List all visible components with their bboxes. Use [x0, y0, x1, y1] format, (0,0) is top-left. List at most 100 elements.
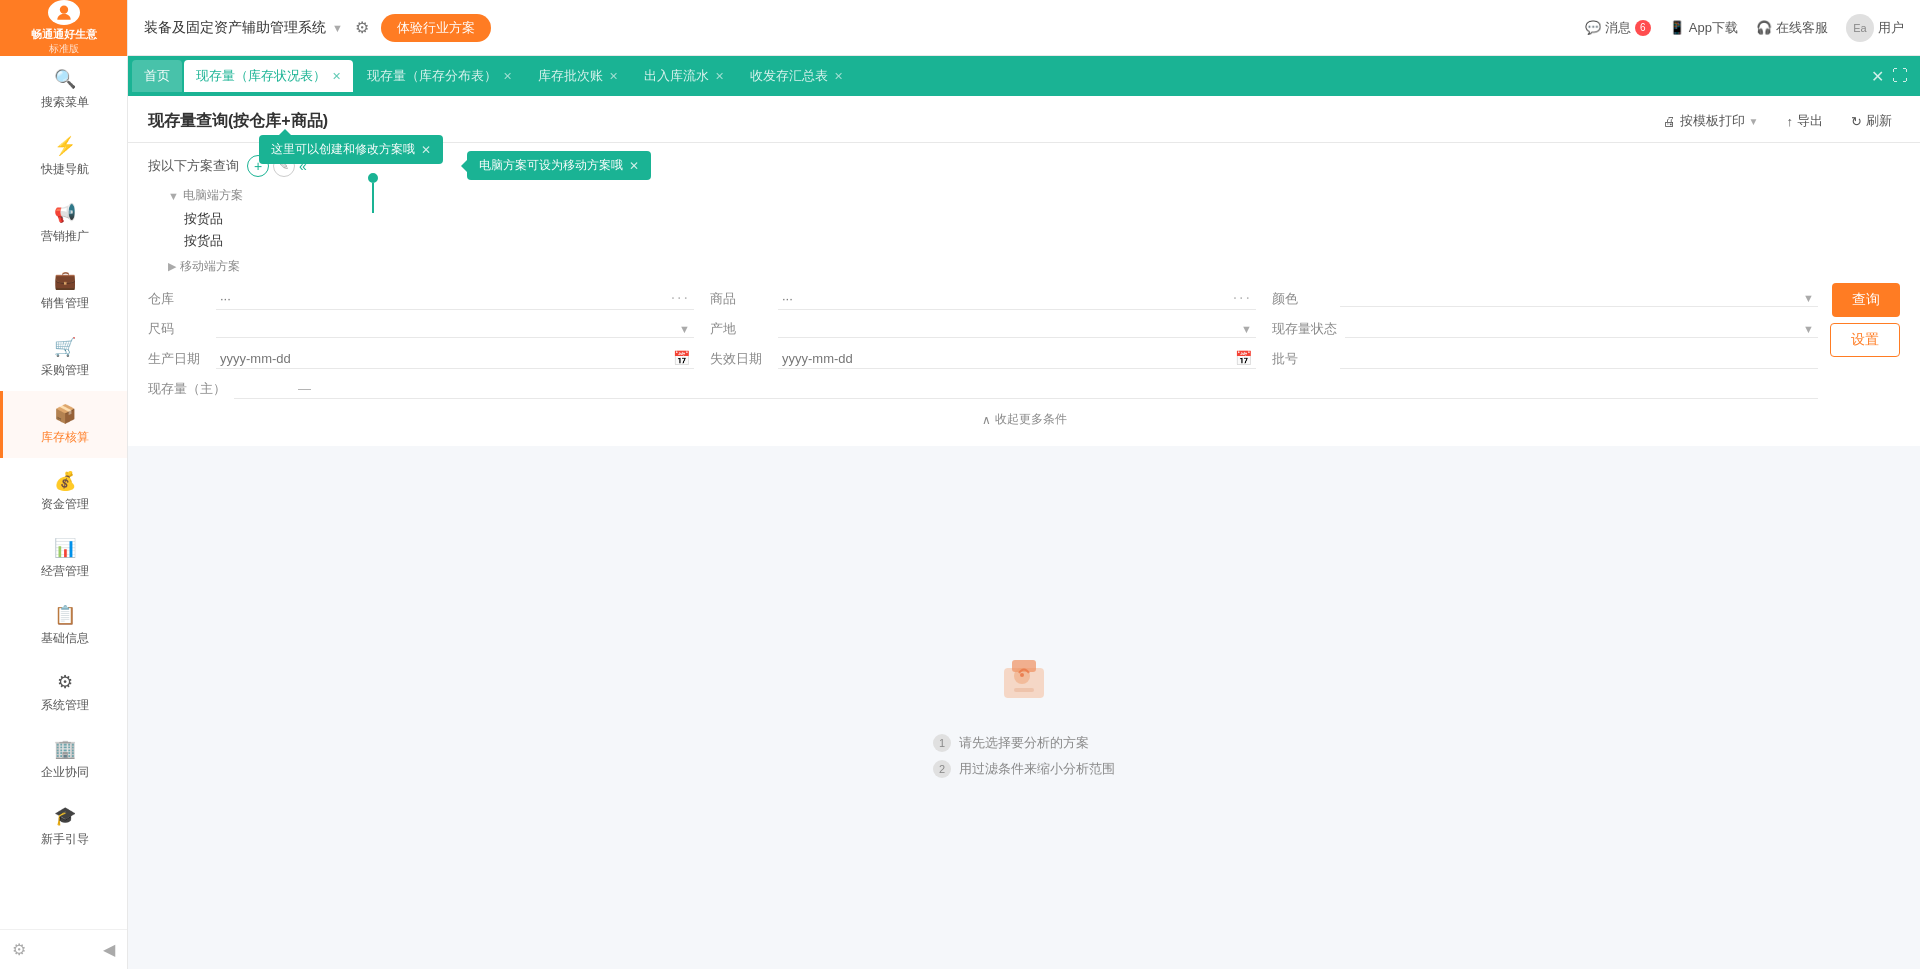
- warehouse-dots[interactable]: ···: [671, 289, 690, 307]
- size-label: 尺码: [148, 320, 208, 338]
- filter-label: 按以下方案查询: [148, 157, 239, 175]
- sidebar-item-system[interactable]: ⚙ 系统管理: [0, 659, 127, 726]
- topbar: 装备及固定资产辅助管理系统 ▼ ⚙ 体验行业方案 💬 消息 6 📱 App下载 …: [128, 0, 1920, 56]
- stock-status-select-wrap[interactable]: ▼: [1345, 321, 1818, 338]
- refresh-icon: ↻: [1851, 114, 1862, 129]
- sidebar-item-sales[interactable]: 💼 销售管理: [0, 257, 127, 324]
- expiry-date-calendar-icon[interactable]: 📅: [1235, 350, 1252, 366]
- origin-label: 产地: [710, 320, 770, 338]
- export-button[interactable]: ↑ 导出: [1779, 108, 1832, 134]
- scheme-item-1[interactable]: 按货品: [184, 208, 243, 230]
- filter-grid-row1: 仓库 ··· 商品 ···: [148, 287, 1818, 310]
- collapse-label: 收起更多条件: [995, 411, 1067, 428]
- sidebar-logo: 畅通通好生意 标准版: [0, 0, 127, 56]
- sidebar-item-quick[interactable]: ⚡ 快捷导航: [0, 123, 127, 190]
- filter-grid-row3: 生产日期 📅 失效日期 📅: [148, 348, 1818, 369]
- scheme-item-2[interactable]: 按货品: [184, 230, 243, 252]
- sidebar-item-enterprise[interactable]: 🏢 企业协同: [0, 726, 127, 793]
- expiry-date-input[interactable]: [782, 351, 1231, 366]
- sidebar-item-marketing[interactable]: 📢 营销推广: [0, 190, 127, 257]
- collapse-sidebar-icon[interactable]: ◀: [103, 940, 115, 959]
- tooltip1-close[interactable]: ✕: [629, 159, 639, 173]
- page-actions: 🖨 按模板打印 ▼ ↑ 导出 ↻ 刷新: [1655, 108, 1900, 134]
- guide-icon: 🎓: [54, 805, 76, 827]
- goods-input-wrap[interactable]: ···: [778, 287, 1256, 310]
- sidebar-item-purchase[interactable]: 🛒 采购管理: [0, 324, 127, 391]
- system-name: 装备及固定资产辅助管理系统 ▼: [144, 19, 343, 37]
- color-select-wrap[interactable]: ▼: [1340, 290, 1818, 307]
- origin-select-wrap[interactable]: ▼: [778, 321, 1256, 338]
- app-download-item[interactable]: 📱 App下载: [1669, 19, 1738, 37]
- tab-recv-send[interactable]: 收发存汇总表 ✕: [738, 60, 855, 92]
- support-item[interactable]: 🎧 在线客服: [1756, 19, 1828, 37]
- scheme-pc-items: 按货品 按货品: [168, 208, 243, 252]
- logo-icon: [48, 0, 80, 25]
- dot-line-v: [372, 183, 374, 213]
- production-date-wrap[interactable]: 📅: [216, 348, 694, 369]
- settings-icon[interactable]: ⚙: [12, 940, 26, 959]
- tab-home-label: 首页: [144, 67, 170, 85]
- tab-batch-ledger-close[interactable]: ✕: [609, 70, 618, 83]
- goods-dots[interactable]: ···: [1233, 289, 1252, 307]
- content-area: 现存量查询(按仓库+商品) 🖨 按模板打印 ▼ ↑ 导出 ↻ 刷新: [128, 96, 1920, 969]
- user-item[interactable]: Ea 用户: [1846, 14, 1904, 42]
- svg-point-5: [1020, 673, 1024, 677]
- sidebar-item-guide[interactable]: 🎓 新手引导: [0, 793, 127, 860]
- collapse-arrow-mobile[interactable]: ▶: [168, 260, 176, 273]
- filter-expiry-date: 失效日期 📅: [710, 348, 1256, 369]
- system-dropdown-arrow[interactable]: ▼: [332, 22, 343, 34]
- warehouse-label: 仓库: [148, 290, 208, 308]
- sidebar-item-label: 库存核算: [41, 429, 89, 446]
- svg-point-0: [59, 5, 67, 13]
- collapse-button[interactable]: ∧ 收起更多条件: [982, 411, 1067, 428]
- trial-button[interactable]: 体验行业方案: [381, 14, 491, 42]
- maximize-icon[interactable]: ⛶: [1892, 67, 1908, 85]
- goods-input[interactable]: [782, 291, 1229, 306]
- batch-no-input[interactable]: [1344, 351, 1814, 366]
- refresh-button[interactable]: ↻ 刷新: [1843, 108, 1900, 134]
- tab-batch-ledger[interactable]: 库存批次账 ✕: [526, 60, 630, 92]
- page-title: 现存量查询(按仓库+商品): [148, 111, 328, 132]
- enterprise-icon: 🏢: [54, 738, 76, 760]
- sidebar-item-operations[interactable]: 📊 经营管理: [0, 525, 127, 592]
- reset-button[interactable]: 设置: [1830, 323, 1900, 357]
- warehouse-input-wrap[interactable]: ···: [216, 287, 694, 310]
- tab-home[interactable]: 首页: [132, 60, 182, 92]
- batch-no-label: 批号: [1272, 350, 1332, 368]
- batch-no-wrap[interactable]: [1340, 349, 1818, 369]
- sidebar-item-inventory[interactable]: 📦 库存核算: [0, 391, 127, 458]
- tooltip2-close[interactable]: ✕: [421, 143, 431, 157]
- collapse-arrow-pc[interactable]: ▼: [168, 190, 179, 202]
- stock-status-chevron: ▼: [1803, 323, 1814, 335]
- query-button[interactable]: 查询: [1832, 283, 1900, 317]
- sidebar-item-finance[interactable]: 💰 资金管理: [0, 458, 127, 525]
- tab-inventory-status[interactable]: 现存量（库存状况表） ✕: [184, 60, 353, 92]
- empty-illustration: [984, 638, 1064, 718]
- tab-inventory-dist-close[interactable]: ✕: [503, 70, 512, 83]
- production-date-calendar-icon[interactable]: 📅: [673, 350, 690, 366]
- expiry-date-wrap[interactable]: 📅: [778, 348, 1256, 369]
- page-header-top: 现存量查询(按仓库+商品) 🖨 按模板打印 ▼ ↑ 导出 ↻ 刷新: [148, 108, 1900, 134]
- sidebar-item-label: 新手引导: [41, 831, 89, 848]
- sales-icon: 💼: [54, 269, 76, 291]
- close-all-tabs-icon[interactable]: ✕: [1871, 67, 1884, 86]
- size-select-wrap[interactable]: ▼: [216, 321, 694, 338]
- tab-inventory-dist-label: 现存量（库存分布表）: [367, 67, 497, 85]
- print-button[interactable]: 🖨 按模板打印 ▼: [1655, 108, 1767, 134]
- tab-inout-flow-close[interactable]: ✕: [715, 70, 724, 83]
- message-item[interactable]: 💬 消息 6: [1585, 19, 1651, 37]
- sidebar-item-search[interactable]: 🔍 搜索菜单: [0, 56, 127, 123]
- tab-recv-send-close[interactable]: ✕: [834, 70, 843, 83]
- warehouse-input[interactable]: [220, 291, 667, 306]
- production-date-input[interactable]: [220, 351, 669, 366]
- filter-fields: 仓库 ··· 商品 ···: [148, 283, 1818, 399]
- tab-inventory-status-close[interactable]: ✕: [332, 70, 341, 83]
- tab-inventory-dist[interactable]: 现存量（库存分布表） ✕: [355, 60, 524, 92]
- settings-gear-icon[interactable]: ⚙: [355, 18, 369, 37]
- filter-stock-status: 现存量状态 ▼: [1272, 320, 1818, 338]
- sidebar-item-label: 销售管理: [41, 295, 89, 312]
- tab-inout-flow[interactable]: 出入库流水 ✕: [632, 60, 736, 92]
- stock-qty-min[interactable]: [234, 379, 294, 398]
- sidebar-item-basic[interactable]: 📋 基础信息: [0, 592, 127, 659]
- stock-qty-max[interactable]: [315, 379, 375, 398]
